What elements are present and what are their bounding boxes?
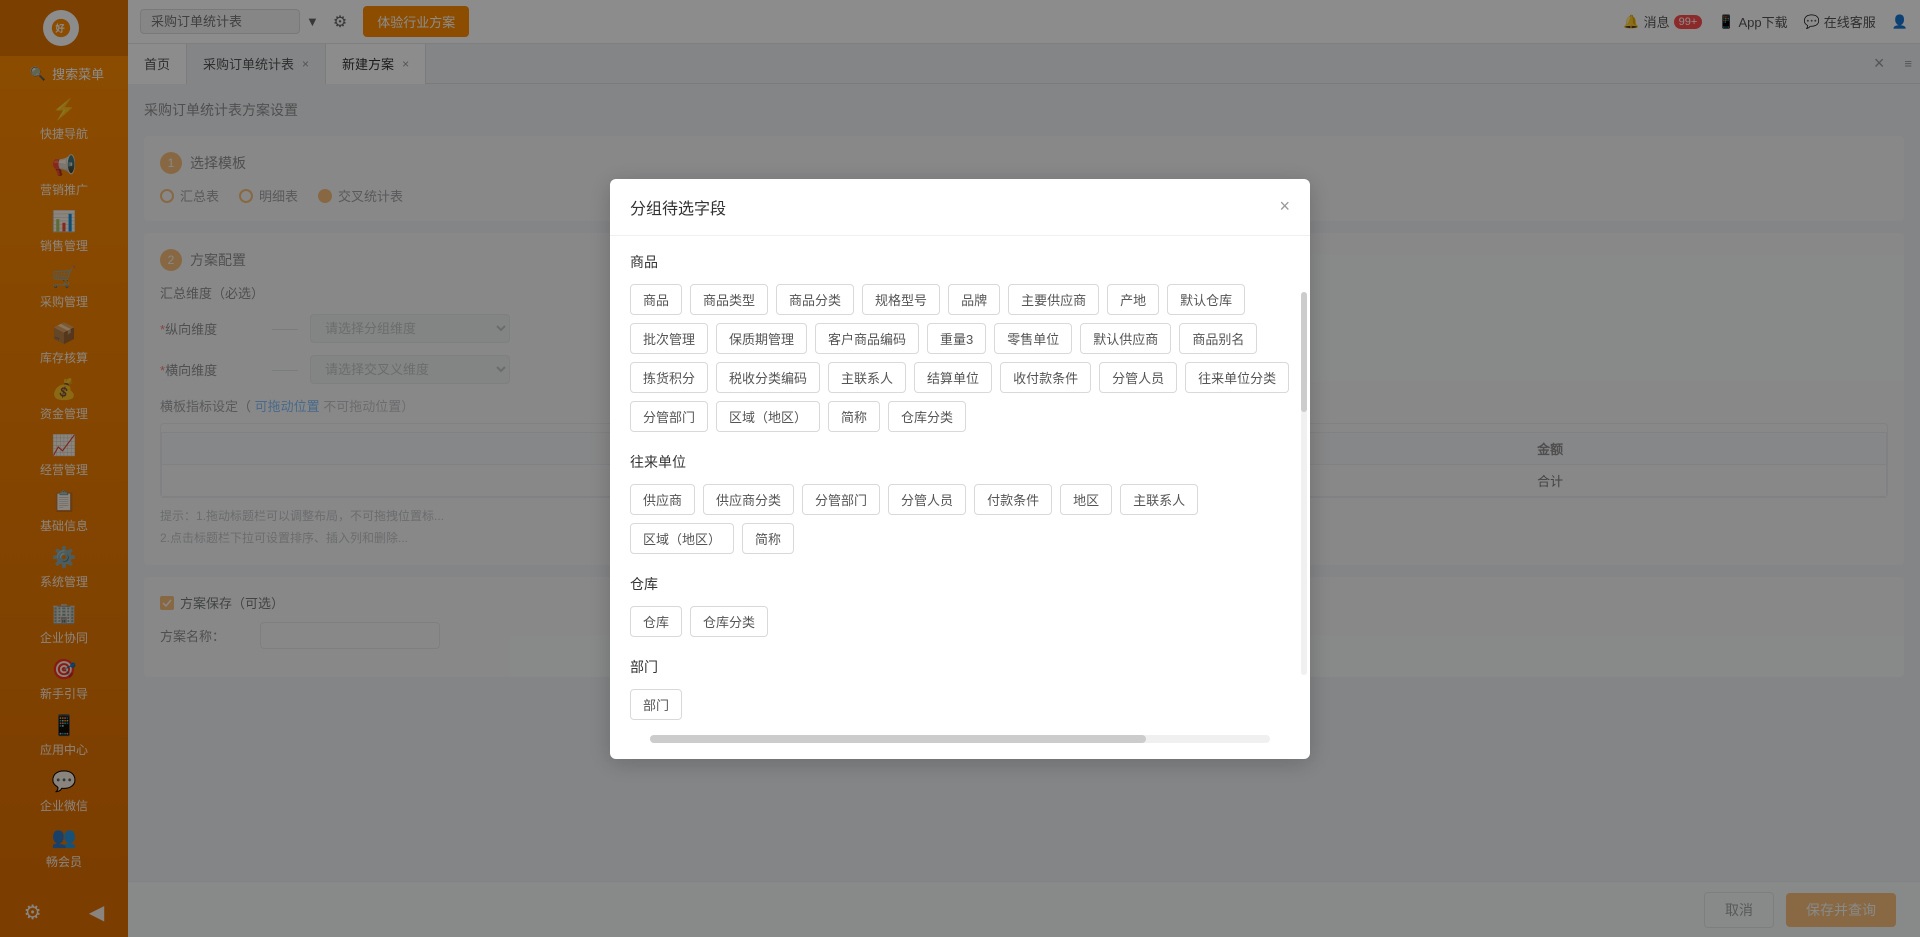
- field-tag-product-category[interactable]: 商品分类: [776, 284, 854, 315]
- field-tag-product[interactable]: 商品: [630, 284, 682, 315]
- field-tag-dept[interactable]: 分管部门: [630, 401, 708, 432]
- field-tags-department: 部门: [630, 689, 1290, 720]
- field-tags-partner: 供应商 供应商分类 分管部门 分管人员 付款条件 地区 主联系人 区域（地区） …: [630, 484, 1290, 554]
- field-tags-warehouse: 仓库 仓库分类: [630, 606, 1290, 637]
- field-tag-alias[interactable]: 商品别名: [1179, 323, 1257, 354]
- field-group-product: 商品 商品 商品类型 商品分类 规格型号 品牌 主要供应商 产地 默认仓库 批次…: [630, 252, 1290, 432]
- field-tag-payment-terms[interactable]: 收付款条件: [1000, 362, 1091, 393]
- field-tag-region-product[interactable]: 区域（地区）: [716, 401, 820, 432]
- field-tag-default-warehouse[interactable]: 默认仓库: [1167, 284, 1245, 315]
- field-tag-spec-model[interactable]: 规格型号: [862, 284, 940, 315]
- field-tag-main-contact[interactable]: 主联系人: [828, 362, 906, 393]
- modal-close-button[interactable]: ×: [1279, 196, 1290, 217]
- field-tags-product: 商品 商品类型 商品分类 规格型号 品牌 主要供应商 产地 默认仓库 批次管理 …: [630, 284, 1290, 432]
- field-group-department-title: 部门: [630, 657, 1290, 677]
- field-tag-tax-code[interactable]: 税收分类编码: [716, 362, 820, 393]
- modal-header: 分组待选字段 ×: [610, 179, 1310, 236]
- field-tag-settle-unit[interactable]: 结算单位: [914, 362, 992, 393]
- modal-title: 分组待选字段: [630, 195, 726, 219]
- field-tag-manager[interactable]: 分管人员: [1099, 362, 1177, 393]
- modal-hscroll-container: [610, 731, 1310, 759]
- modal-scrollbar-track[interactable]: [1301, 292, 1307, 675]
- field-tag-region-partner[interactable]: 区域（地区）: [630, 523, 734, 554]
- field-tag-customer-code[interactable]: 客户商品编码: [815, 323, 919, 354]
- field-group-partner-title: 往来单位: [630, 452, 1290, 472]
- field-tag-shelf-life[interactable]: 保质期管理: [716, 323, 807, 354]
- field-tag-main-supplier[interactable]: 主要供应商: [1008, 284, 1099, 315]
- field-group-department: 部门 部门: [630, 657, 1290, 720]
- field-tag-warehouse[interactable]: 仓库: [630, 606, 682, 637]
- modal-hscroll-bar[interactable]: [650, 735, 1270, 743]
- field-tag-supplier[interactable]: 供应商: [630, 484, 695, 515]
- field-group-warehouse-title: 仓库: [630, 574, 1290, 594]
- field-tag-area[interactable]: 地区: [1060, 484, 1112, 515]
- field-tag-main-contact-partner[interactable]: 主联系人: [1120, 484, 1198, 515]
- field-tag-retail-unit[interactable]: 零售单位: [994, 323, 1072, 354]
- field-group-product-title: 商品: [630, 252, 1290, 272]
- field-group-partner: 往来单位 供应商 供应商分类 分管部门 分管人员 付款条件 地区 主联系人 区域…: [630, 452, 1290, 554]
- field-tag-dept-partner[interactable]: 分管部门: [802, 484, 880, 515]
- field-tag-abbr-product[interactable]: 简称: [828, 401, 880, 432]
- modal-scrollbar-thumb: [1301, 292, 1307, 412]
- field-tag-product-type[interactable]: 商品类型: [690, 284, 768, 315]
- field-group-warehouse: 仓库 仓库 仓库分类: [630, 574, 1290, 637]
- field-tag-warehouse-cat[interactable]: 仓库分类: [888, 401, 966, 432]
- field-tag-payment-cond[interactable]: 付款条件: [974, 484, 1052, 515]
- field-tag-partner-category[interactable]: 往来单位分类: [1185, 362, 1289, 393]
- field-tag-abbr-partner[interactable]: 简称: [742, 523, 794, 554]
- field-tag-origin[interactable]: 产地: [1107, 284, 1159, 315]
- field-tag-batch-mgmt[interactable]: 批次管理: [630, 323, 708, 354]
- field-tag-default-supplier[interactable]: 默认供应商: [1080, 323, 1171, 354]
- field-tag-manager-partner[interactable]: 分管人员: [888, 484, 966, 515]
- field-tag-weight[interactable]: 重量3: [927, 323, 986, 354]
- field-select-modal: 分组待选字段 × 商品 商品 商品类型 商品分类 规格型号 品牌 主要供应商 产…: [610, 179, 1310, 759]
- field-tag-warehouse-category[interactable]: 仓库分类: [690, 606, 768, 637]
- field-tag-supplier-category[interactable]: 供应商分类: [703, 484, 794, 515]
- field-tag-department[interactable]: 部门: [630, 689, 682, 720]
- modal-hscroll-thumb: [650, 735, 1146, 743]
- modal-body[interactable]: 商品 商品 商品类型 商品分类 规格型号 品牌 主要供应商 产地 默认仓库 批次…: [610, 236, 1310, 731]
- field-tag-pick-score[interactable]: 拣货积分: [630, 362, 708, 393]
- field-tag-brand[interactable]: 品牌: [948, 284, 1000, 315]
